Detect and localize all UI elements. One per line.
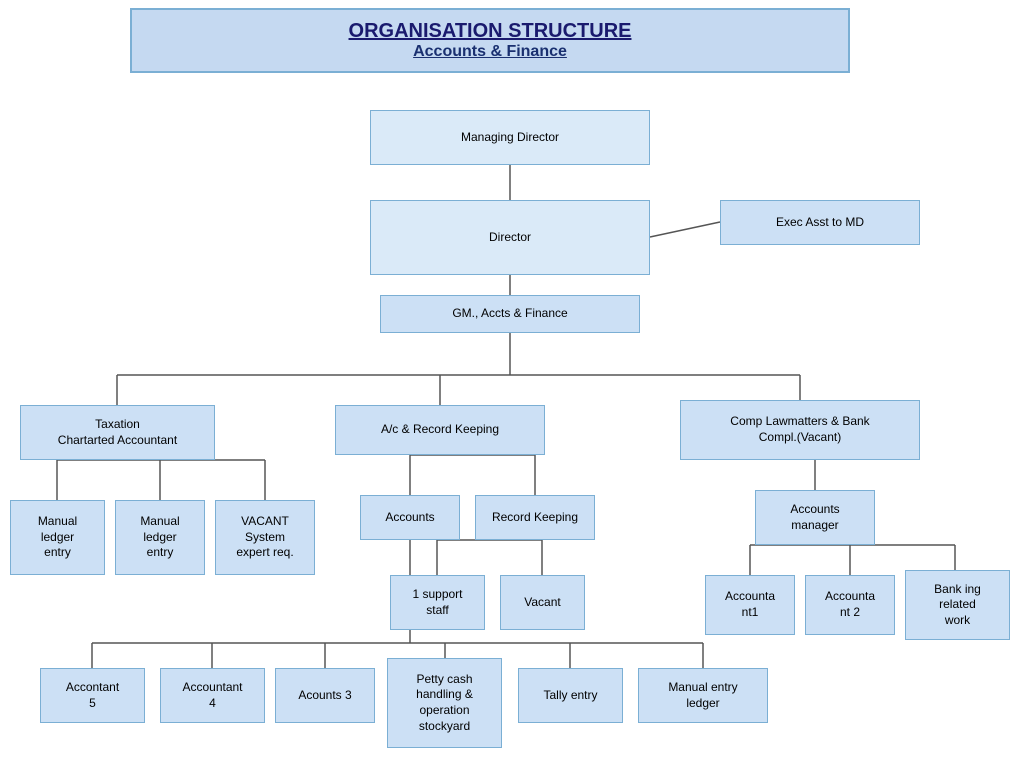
manual-ledger1-box: Manualledgerentry	[10, 500, 105, 575]
accountant1-label: Accountant1	[725, 589, 775, 620]
vacant2-label: Vacant	[524, 595, 560, 611]
title-sub: Accounts & Finance	[142, 43, 838, 61]
director-label: Director	[489, 230, 531, 246]
accounts-label: Accounts	[385, 510, 434, 526]
exec-asst-box: Exec Asst to MD	[720, 200, 920, 245]
accountant2-label: Accountant 2	[825, 589, 875, 620]
comp-law-label: Comp Lawmatters & BankCompl.(Vacant)	[730, 414, 869, 445]
record-keeping-label: Record Keeping	[492, 510, 578, 526]
managing-director-box: Managing Director	[370, 110, 650, 165]
manual-ledger2-box: Manualledgerentry	[115, 500, 205, 575]
accounts3-label: Acounts 3	[298, 688, 351, 704]
support-staff-label: 1 supportstaff	[412, 587, 462, 618]
accountant4-box: Accountant4	[160, 668, 265, 723]
title-main: ORGANISATION STRUCTURE	[142, 20, 838, 43]
accounts-manager-label: Accountsmanager	[790, 502, 839, 533]
ac-record-label: A/c & Record Keeping	[381, 422, 499, 438]
accountant2-box: Accountant 2	[805, 575, 895, 635]
banking-label: Bank ingrelatedwork	[934, 582, 981, 629]
accontant5-box: Accontant5	[40, 668, 145, 723]
vacant-system-box: VACANTSystemexpert req.	[215, 500, 315, 575]
support-staff-box: 1 supportstaff	[390, 575, 485, 630]
tally-label: Tally entry	[543, 688, 597, 704]
record-keeping-box: Record Keeping	[475, 495, 595, 540]
petty-cash-label: Petty cashhandling &operationstockyard	[416, 672, 473, 734]
accounts3-box: Acounts 3	[275, 668, 375, 723]
comp-law-box: Comp Lawmatters & BankCompl.(Vacant)	[680, 400, 920, 460]
gm-label: GM., Accts & Finance	[452, 306, 567, 322]
banking-box: Bank ingrelatedwork	[905, 570, 1010, 640]
accountant1-box: Accountant1	[705, 575, 795, 635]
petty-cash-box: Petty cashhandling &operationstockyard	[387, 658, 502, 748]
manual-entry-box: Manual entryledger	[638, 668, 768, 723]
vacant-system-label: VACANTSystemexpert req.	[236, 514, 293, 561]
accounts-manager-box: Accountsmanager	[755, 490, 875, 545]
ac-record-box: A/c & Record Keeping	[335, 405, 545, 455]
exec-asst-label: Exec Asst to MD	[776, 215, 864, 231]
accounts-box: Accounts	[360, 495, 460, 540]
managing-director-label: Managing Director	[461, 130, 559, 146]
manual-entry-label: Manual entryledger	[668, 680, 737, 711]
manual-ledger2-label: Manualledgerentry	[140, 514, 179, 561]
tally-box: Tally entry	[518, 668, 623, 723]
director-box: Director	[370, 200, 650, 275]
manual-ledger1-label: Manualledgerentry	[38, 514, 77, 561]
taxation-label: TaxationChartarted Accountant	[58, 417, 177, 448]
gm-box: GM., Accts & Finance	[380, 295, 640, 333]
org-chart: ORGANISATION STRUCTURE Accounts & Financ…	[0, 0, 1024, 768]
accountant4-label: Accountant4	[182, 680, 242, 711]
accontant5-label: Accontant5	[66, 680, 119, 711]
title-box: ORGANISATION STRUCTURE Accounts & Financ…	[130, 8, 850, 73]
vacant2-box: Vacant	[500, 575, 585, 630]
taxation-box: TaxationChartarted Accountant	[20, 405, 215, 460]
